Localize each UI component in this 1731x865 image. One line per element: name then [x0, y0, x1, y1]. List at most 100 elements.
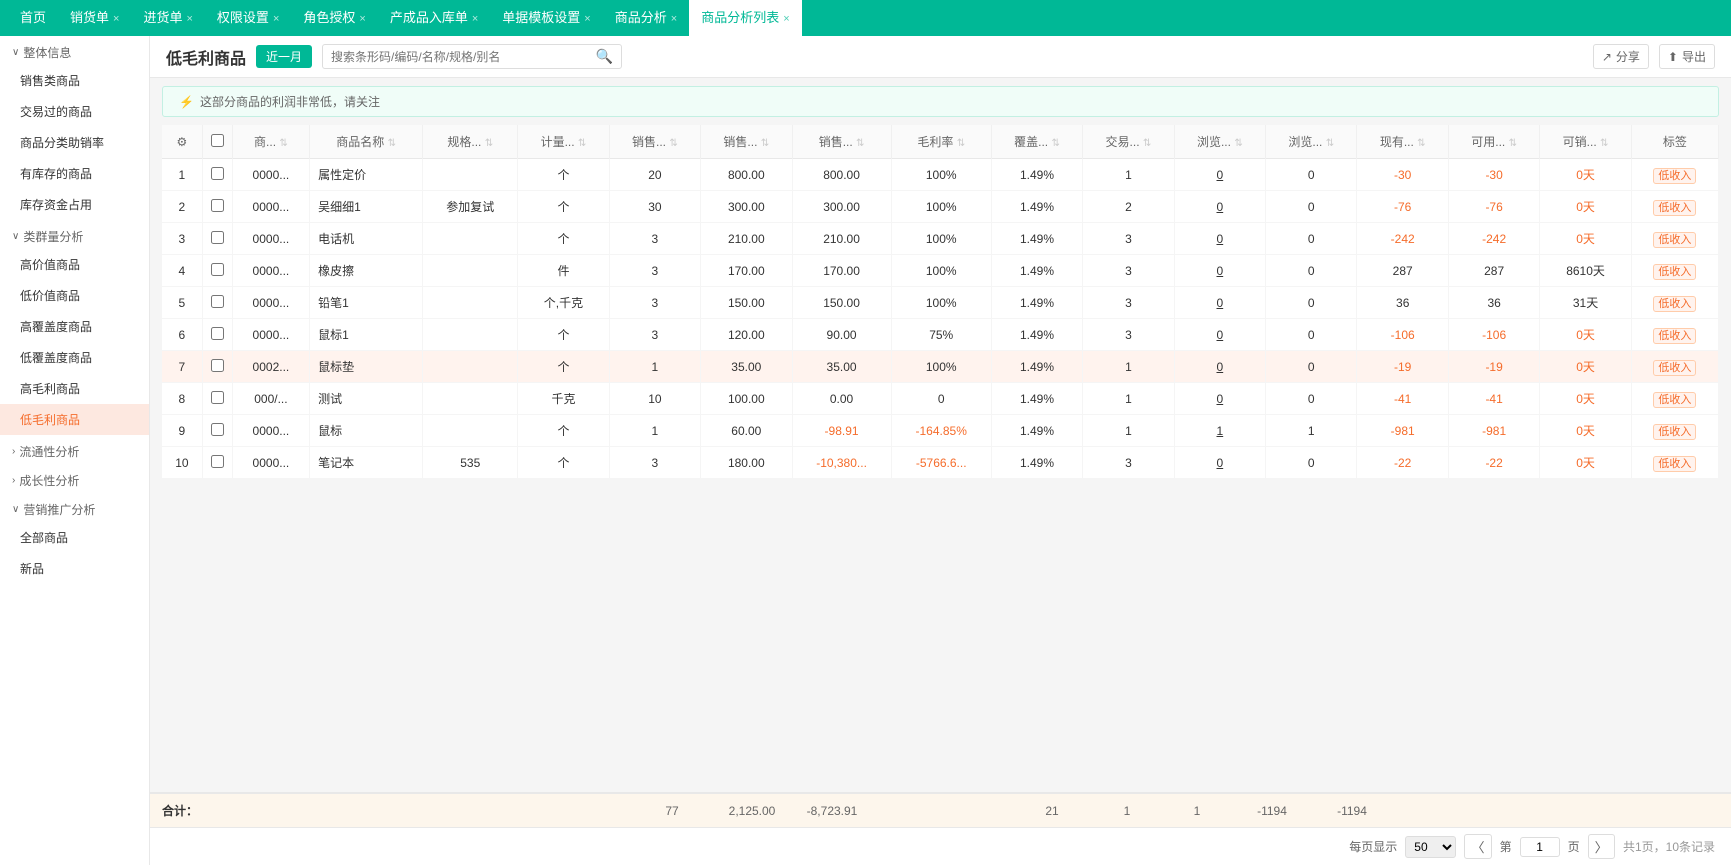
sidebar-arrow-growth: ›	[12, 475, 15, 486]
nav-close-goods[interactable]: ×	[671, 13, 677, 25]
prev-page-button[interactable]: 〈	[1464, 834, 1491, 859]
sidebar-item-low-value[interactable]: 低价值商品	[0, 280, 149, 311]
cell-checkbox[interactable]	[202, 287, 232, 319]
cell-checkbox[interactable]	[202, 447, 232, 479]
cell-checkbox[interactable]	[202, 159, 232, 191]
nav-home[interactable]: 首页	[8, 0, 58, 36]
col-sales-qty[interactable]: 销售... ⇅	[609, 125, 700, 159]
search-input[interactable]	[331, 50, 596, 64]
nav-sales-order[interactable]: 销货单×	[58, 0, 131, 36]
time-filter-button[interactable]: 近一月	[256, 45, 312, 68]
sidebar-item-traded-goods[interactable]: 交易过的商品	[0, 96, 149, 127]
cell-checkbox[interactable]	[202, 351, 232, 383]
sidebar-group-growth[interactable]: › 成长性分析	[0, 464, 149, 493]
sidebar-item-all-goods[interactable]: 全部商品	[0, 522, 149, 553]
cell-browse1[interactable]: 0	[1174, 319, 1265, 351]
cell-checkbox[interactable]	[202, 415, 232, 447]
sidebar-item-low-coverage[interactable]: 低覆盖度商品	[0, 342, 149, 373]
nav-close-sales[interactable]: ×	[113, 13, 119, 25]
cell-browse1[interactable]: 0	[1174, 287, 1265, 319]
sidebar-item-high-coverage[interactable]: 高覆盖度商品	[0, 311, 149, 342]
cell-name[interactable]: 鼠标1	[310, 319, 423, 351]
sidebar-item-high-margin[interactable]: 高毛利商品	[0, 373, 149, 404]
nav-goods-analysis[interactable]: 商品分析×	[603, 0, 689, 36]
cell-name[interactable]: 鼠标	[310, 415, 423, 447]
cell-name[interactable]: 属性定价	[310, 159, 423, 191]
col-tag[interactable]: 标签	[1631, 125, 1718, 159]
cell-checkbox[interactable]	[202, 223, 232, 255]
nav-role-auth[interactable]: 角色授权×	[291, 0, 377, 36]
nav-close-goods-list[interactable]: ×	[783, 13, 789, 25]
cell-browse1[interactable]: 0	[1174, 191, 1265, 223]
col-spec[interactable]: 规格... ⇅	[423, 125, 518, 159]
cell-available-stock: -76	[1448, 191, 1539, 223]
sidebar-item-high-value[interactable]: 高价值商品	[0, 249, 149, 280]
sidebar-item-stock-capital[interactable]: 库存资金占用	[0, 189, 149, 220]
cell-browse1[interactable]: 1	[1174, 415, 1265, 447]
col-available-stock[interactable]: 可用... ⇅	[1448, 125, 1539, 159]
sidebar-group-circulation[interactable]: › 流通性分析	[0, 435, 149, 464]
cell-checkbox[interactable]	[202, 319, 232, 351]
cell-available-stock: -30	[1448, 159, 1539, 191]
col-saleable-days[interactable]: 可销... ⇅	[1540, 125, 1631, 159]
nav-close-template[interactable]: ×	[584, 13, 590, 25]
cell-name[interactable]: 电话机	[310, 223, 423, 255]
cell-no: 5	[162, 287, 202, 319]
col-trade-count[interactable]: 交易... ⇅	[1083, 125, 1174, 159]
cell-name[interactable]: 笔记本	[310, 447, 423, 479]
col-name[interactable]: 商品名称 ⇅	[310, 125, 423, 159]
share-button[interactable]: ↗ 分享	[1593, 44, 1649, 69]
sidebar-group-cluster[interactable]: ∨ 类群量分析	[0, 220, 149, 249]
cell-current-stock: -242	[1357, 223, 1448, 255]
sidebar-item-new-goods[interactable]: 新品	[0, 553, 149, 584]
share-icon: ↗	[1602, 50, 1612, 64]
nav-close-purchase[interactable]: ×	[186, 13, 192, 25]
sidebar-item-stock-goods[interactable]: 有库存的商品	[0, 158, 149, 189]
cell-browse1[interactable]: 0	[1174, 223, 1265, 255]
col-sales-price[interactable]: 销售... ⇅	[701, 125, 792, 159]
cell-browse1[interactable]: 0	[1174, 447, 1265, 479]
nav-permission[interactable]: 权限设置×	[205, 0, 291, 36]
cell-name[interactable]: 橡皮擦	[310, 255, 423, 287]
col-gross-margin[interactable]: 毛利率 ⇅	[891, 125, 991, 159]
col-coverage[interactable]: 覆盖... ⇅	[991, 125, 1082, 159]
sidebar-group-marketing[interactable]: ∨ 营销推广分析	[0, 493, 149, 522]
col-checkbox[interactable]	[202, 125, 232, 159]
sidebar-item-goods-category-rate[interactable]: 商品分类助销率	[0, 127, 149, 158]
col-unit[interactable]: 计量... ⇅	[518, 125, 609, 159]
page-input[interactable]	[1520, 837, 1560, 857]
cell-name[interactable]: 测试	[310, 383, 423, 415]
cell-browse1[interactable]: 0	[1174, 383, 1265, 415]
nav-close-permission[interactable]: ×	[273, 13, 279, 25]
cell-name[interactable]: 吴细细1	[310, 191, 423, 223]
col-current-stock[interactable]: 现有... ⇅	[1357, 125, 1448, 159]
sidebar-item-sales-goods[interactable]: 销售类商品	[0, 65, 149, 96]
select-all-checkbox[interactable]	[211, 134, 224, 147]
nav-product-entry[interactable]: 产成品入库单×	[378, 0, 490, 36]
search-box[interactable]: 🔍	[322, 44, 622, 69]
nav-template-settings[interactable]: 单据模板设置×	[490, 0, 602, 36]
nav-purchase-order[interactable]: 进货单×	[131, 0, 204, 36]
col-browse2[interactable]: 浏览... ⇅	[1266, 125, 1357, 159]
cell-browse1[interactable]: 0	[1174, 159, 1265, 191]
col-settings[interactable]: ⚙	[162, 125, 202, 159]
per-page-select[interactable]: 50 20 100	[1405, 836, 1456, 858]
sidebar-item-low-margin[interactable]: 低毛利商品	[0, 404, 149, 435]
cell-checkbox[interactable]	[202, 191, 232, 223]
cell-name[interactable]: 鼠标垫	[310, 351, 423, 383]
col-code[interactable]: 商... ⇅	[232, 125, 309, 159]
nav-close-role[interactable]: ×	[359, 13, 365, 25]
cell-browse1[interactable]: 0	[1174, 351, 1265, 383]
cell-checkbox[interactable]	[202, 383, 232, 415]
cell-name[interactable]: 铅笔1	[310, 287, 423, 319]
cell-checkbox[interactable]	[202, 255, 232, 287]
sidebar-group-overall[interactable]: ∨ 整体信息	[0, 36, 149, 65]
nav-close-product[interactable]: ×	[472, 13, 478, 25]
col-browse1[interactable]: 浏览... ⇅	[1174, 125, 1265, 159]
next-page-button[interactable]: 〉	[1588, 834, 1615, 859]
col-sales-amount[interactable]: 销售... ⇅	[792, 125, 891, 159]
table-row: 9 0000... 鼠标 个 1 60.00 -98.91 -164.85% 1…	[162, 415, 1719, 447]
nav-goods-analysis-list[interactable]: 商品分析列表×	[689, 0, 801, 36]
cell-browse1[interactable]: 0	[1174, 255, 1265, 287]
export-button[interactable]: ⬆ 导出	[1659, 44, 1715, 69]
